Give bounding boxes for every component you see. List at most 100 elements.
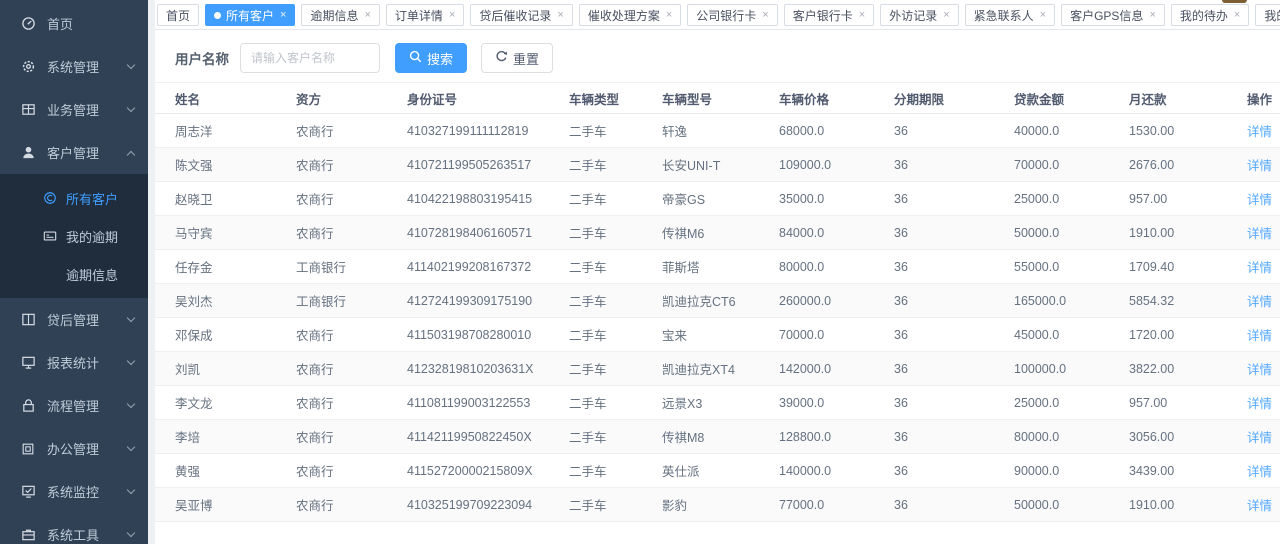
cell-periods: 36 [890,148,1010,182]
cell-name: 赵晓卫 [155,182,292,216]
cell-loan_amount: 50000.0 [1010,216,1125,250]
cell-funder: 农商行 [292,148,403,182]
cell-loan_amount: 55000.0 [1010,250,1125,284]
close-icon[interactable]: × [943,10,949,21]
close-icon[interactable]: × [1149,10,1155,21]
cell-action: 详情 [1243,318,1280,352]
detail-link[interactable]: 详情 [1247,465,1272,479]
monitor-icon [20,484,36,500]
cell-name: 周志洋 [155,114,292,148]
close-icon[interactable]: × [1040,10,1046,21]
chevron-down-icon [127,400,135,408]
close-icon[interactable]: × [557,10,563,21]
detail-link[interactable]: 详情 [1247,329,1272,343]
cell-vehicle_price: 77000.0 [775,488,890,522]
close-icon[interactable]: × [859,10,865,21]
detail-link[interactable]: 详情 [1247,499,1272,513]
tab-my-process[interactable]: 我的流程× [1255,4,1280,26]
cell-monthly_payment: 1910.00 [1125,488,1243,522]
tab-my-todo[interactable]: 我的待办× [1171,4,1249,26]
tab-customer-bankcard[interactable]: 客户银行卡× [784,4,874,26]
detail-link[interactable]: 详情 [1247,193,1272,207]
sidebar-item-process-mgmt[interactable]: 流程管理 [0,384,148,427]
close-icon[interactable]: × [762,10,768,21]
tab-order-detail[interactable]: 订单详情 × [386,4,464,26]
sidebar-item-label: 系统监控 [47,482,99,501]
sidebar-item-label: 客户管理 [47,143,99,162]
cell-periods [890,522,1010,544]
reset-button[interactable]: 重置 [481,43,553,73]
tab-company-bankcard[interactable]: 公司银行卡× [687,4,777,26]
sidebar-item-all-customers[interactable]: 所有客户 [0,179,148,217]
user-icon [20,145,36,161]
table-row: 李文龙农商行411081199003122553二手车远景X339000.036… [155,386,1280,420]
detail-link[interactable]: 详情 [1247,125,1272,139]
sidebar-item-system-tools[interactable]: 系统工具 [0,513,148,544]
cell-vehicle_price: 80000.0 [775,250,890,284]
cell-name: 刘凯 [155,352,292,386]
tab-label: 订单详情 [395,7,443,24]
tab-postloan-collect-records[interactable]: 贷后催收记录× [470,4,572,26]
close-icon[interactable]: × [1234,10,1240,21]
sidebar-item-system-monitor[interactable]: 系统监控 [0,470,148,513]
tab-label: 逾期信息 [310,7,358,24]
cell-vehicle_model [658,522,775,544]
cell-funder: 农商行 [292,488,403,522]
sidebar-item-my-overdue[interactable]: 我的逾期 [0,217,148,255]
cell-id_number: 41152720000215809X [403,454,565,488]
cell-loan_amount: 50000.0 [1010,488,1125,522]
close-icon[interactable]: × [449,10,455,21]
sidebar-item-postloan-mgmt[interactable]: 贷后管理 [0,298,148,341]
tab-all-customers[interactable]: 所有客户× [205,4,295,26]
cell-id_number: 411081199003122553 [403,386,565,420]
cell-loan_amount: 80000.0 [1010,420,1125,454]
close-icon[interactable]: × [364,10,370,21]
cell-vehicle_type: 二手车 [565,216,658,250]
cell-action: 详情 [1243,386,1280,420]
detail-link[interactable]: 详情 [1247,295,1272,309]
tab-overdue-info[interactable]: 逾期信息 × [301,4,379,26]
cell-vehicle_price: 68000.0 [775,114,890,148]
cell-monthly_payment: 1709.40 [1125,250,1243,284]
sidebar-item-customer-mgmt[interactable]: 客户管理 [0,131,148,174]
customer-name-input[interactable] [240,43,380,73]
sidebar-item-office-mgmt[interactable]: 办公管理 [0,427,148,470]
avatar[interactable] [1222,0,1247,3]
sidebar-scrollbar[interactable] [148,0,155,544]
cell-periods: 36 [890,386,1010,420]
tabs-bar: 首页所有客户×逾期信息×订单详情×贷后催收记录×催收处理方案×公司银行卡×客户银… [155,0,1280,30]
sidebar-item-system-mgmt[interactable]: 系统管理 [0,45,148,88]
sidebar-item-report-stats[interactable]: 报表统计 [0,341,148,384]
table-row: 吴亚博农商行410325199709223094二手车影豹77000.03650… [155,488,1280,522]
cell-id_number: 410422198803195415 [403,182,565,216]
close-icon[interactable]: × [666,10,672,21]
tab-home[interactable]: 首页 [157,4,199,26]
tab-collect-plan[interactable]: 催收处理方案× [579,4,681,26]
cell-funder [292,522,403,544]
cell-periods: 36 [890,182,1010,216]
detail-link[interactable]: 详情 [1247,363,1272,377]
sidebar-item-business-mgmt[interactable]: 业务管理 [0,88,148,131]
column-header-monthly_payment: 月还款 [1125,83,1243,114]
search-button[interactable]: 搜索 [395,43,467,73]
detail-link[interactable]: 详情 [1247,227,1272,241]
close-icon[interactable]: × [280,10,286,21]
detail-link[interactable]: 详情 [1247,431,1272,445]
office-icon [20,441,36,457]
sidebar-item-label: 系统管理 [47,57,99,76]
tab-customer-gps[interactable]: 客户GPS信息× [1061,4,1165,26]
detail-link[interactable]: 详情 [1247,397,1272,411]
sidebar-item-overdue-info[interactable]: 逾期信息 [0,255,148,293]
cell-id_number: 411503198708280010 [403,318,565,352]
tab-label: 首页 [166,7,190,24]
sidebar-item-home[interactable]: 首页 [0,2,148,45]
cell-vehicle_model: 菲斯塔 [658,250,775,284]
detail-link[interactable]: 详情 [1247,261,1272,275]
cell-vehicle_model: 轩逸 [658,114,775,148]
app-window: 首页系统管理业务管理客户管理所有客户我的逾期逾期信息贷后管理报表统计流程管理办公… [0,0,1280,544]
dashboard-icon [20,16,36,32]
detail-link[interactable]: 详情 [1247,159,1272,173]
cell-id_number: 412724199309175190 [403,284,565,318]
tab-visit-records[interactable]: 外访记录× [880,4,958,26]
tab-emergency-contacts[interactable]: 紧急联系人× [965,4,1055,26]
